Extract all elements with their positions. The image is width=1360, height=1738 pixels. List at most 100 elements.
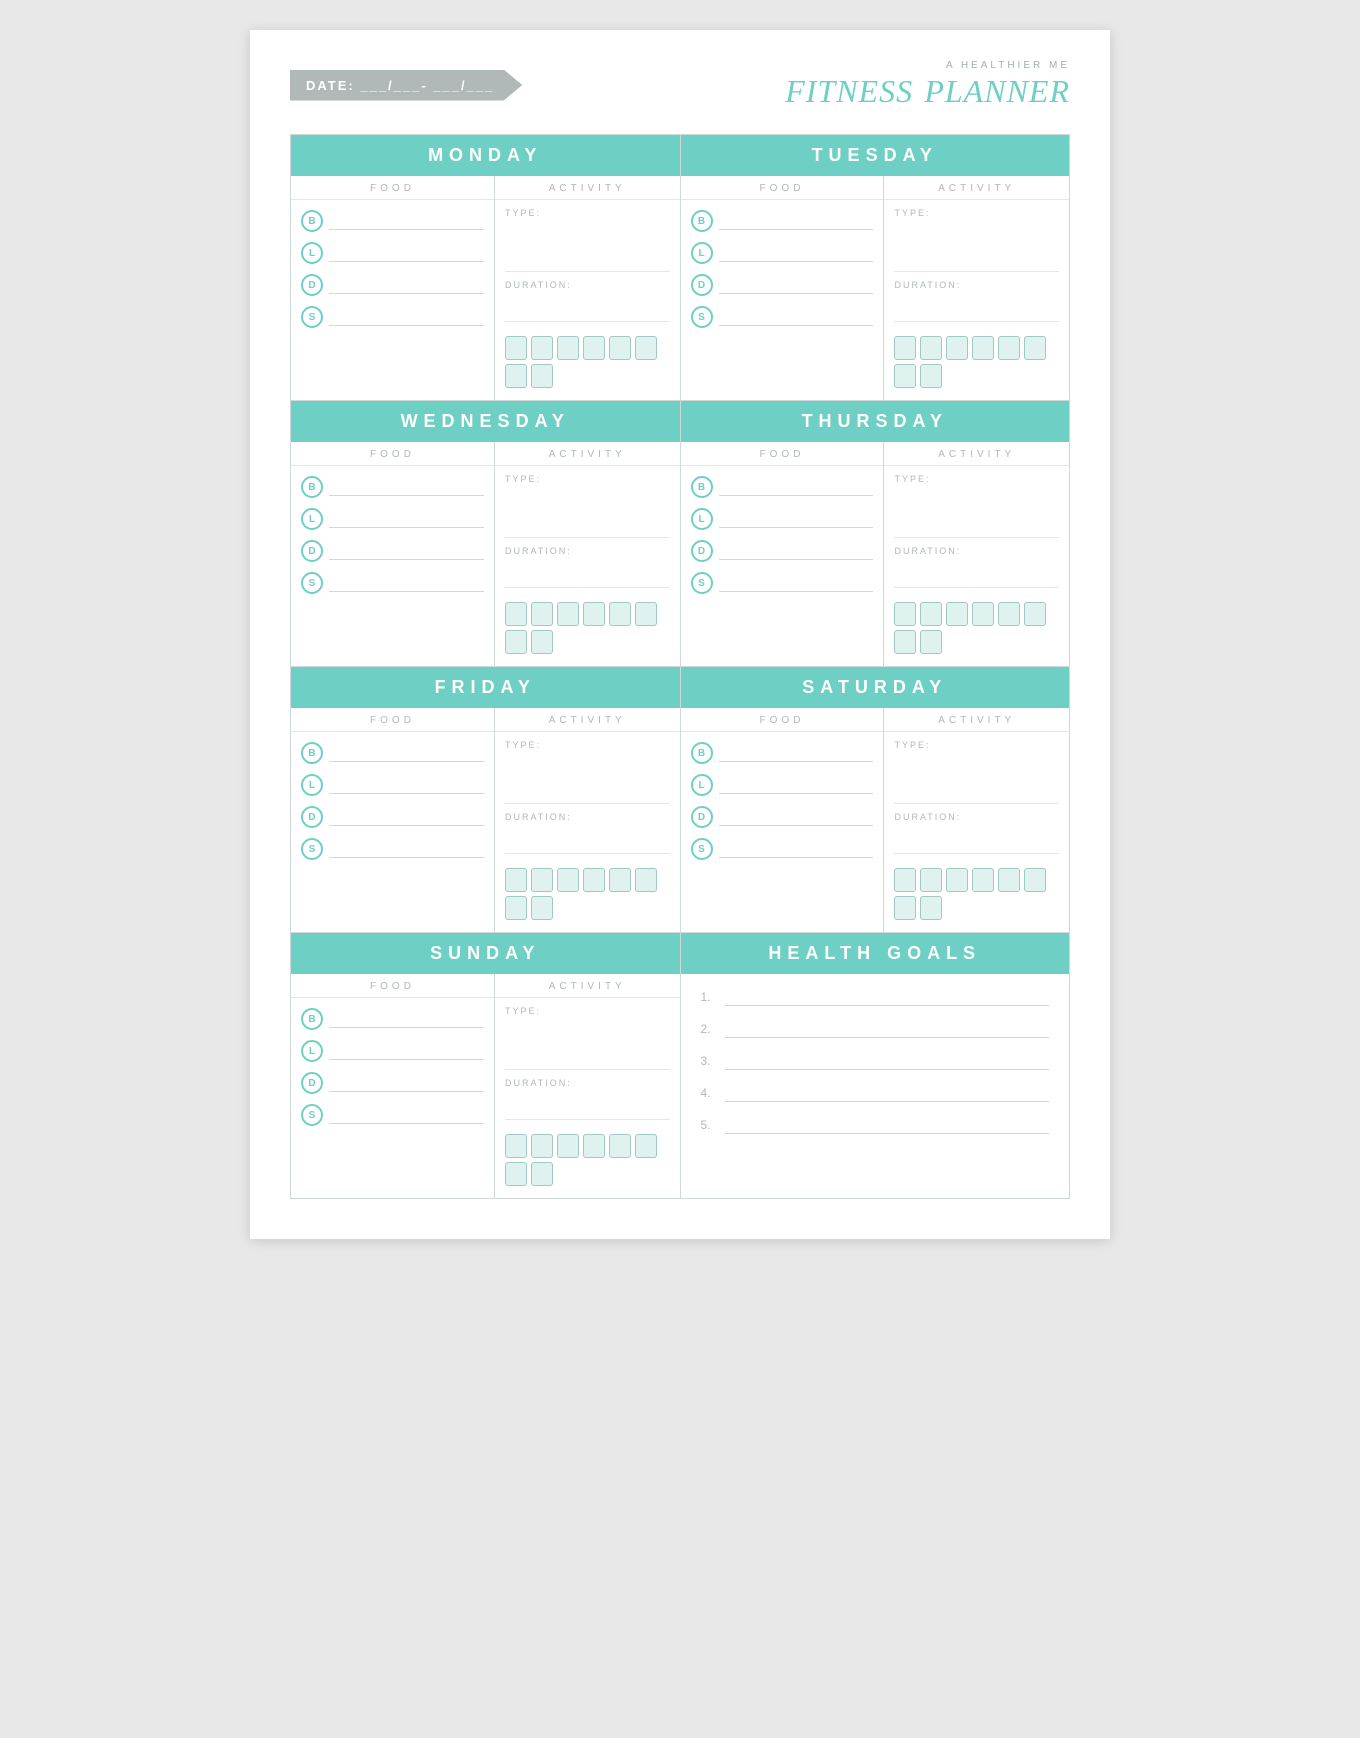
friday-water-tracker [505,862,670,924]
food-line-b [329,1010,484,1028]
friday-food-label: FOOD [291,708,494,732]
food-row-l: L [301,508,484,530]
goal-line-1 [725,988,1050,1006]
water-cup [609,868,631,892]
saturday-block: SATURDAY FOOD B L [681,667,1070,932]
water-cup [609,602,631,626]
food-row-s: S [691,572,874,594]
friday-saturday-row: FRIDAY FOOD B L [291,667,1069,933]
water-cup [635,1134,657,1158]
meal-b-badge: B [301,210,323,232]
meal-s-badge: S [691,838,713,860]
water-cup [894,630,916,654]
water-cup [557,602,579,626]
thursday-duration-label: DURATION: [894,546,1059,556]
goal-num-5: 5. [701,1118,717,1132]
friday-activity-label: ACTIVITY [495,708,680,732]
meal-l-badge: L [691,508,713,530]
food-row-d: D [691,806,874,828]
water-cup [557,868,579,892]
water-cup [894,602,916,626]
water-cup [505,868,527,892]
meal-b-badge: B [301,476,323,498]
food-row-b: B [301,476,484,498]
food-row-b: B [301,1008,484,1030]
meal-b-badge: B [301,1008,323,1030]
brand-top: A HEALTHIER ME [785,60,1070,71]
water-cup [946,336,968,360]
sunday-content: FOOD B L D [291,974,680,1198]
food-line-b [719,478,874,496]
water-cup [557,336,579,360]
monday-food-label: FOOD [291,176,494,200]
thursday-block: THURSDAY FOOD B L [681,401,1070,666]
sunday-food-label: FOOD [291,974,494,998]
wednesday-header: WEDNESDAY [291,401,680,442]
sunday-block: SUNDAY FOOD B L [291,933,681,1198]
monday-food-col: FOOD B L D [291,176,495,400]
water-cup [920,336,942,360]
thursday-activity-col: ACTIVITY TYPE: DURATION: [884,442,1069,666]
water-cup [609,336,631,360]
food-line-s [329,574,484,592]
monday-content: FOOD B L D [291,176,680,400]
water-cup [557,1134,579,1158]
monday-block: MONDAY FOOD B L [291,135,681,400]
saturday-food-label: FOOD [681,708,884,732]
water-cup [972,868,994,892]
food-row-l: L [301,242,484,264]
planner-grid: MONDAY FOOD B L [290,134,1070,1199]
food-line-d [329,276,484,294]
wednesday-activity-col: ACTIVITY TYPE: DURATION: [495,442,680,666]
water-cup [505,602,527,626]
water-cup [635,602,657,626]
water-cup [505,1162,527,1186]
friday-activity-content: TYPE: DURATION: [495,732,680,932]
goal-row-4: 4. [701,1084,1050,1102]
meal-b-badge: B [691,476,713,498]
water-cup [505,896,527,920]
water-cup [1024,868,1046,892]
food-row-s: S [691,838,874,860]
goal-row-2: 2. [701,1020,1050,1038]
monday-activity-label: ACTIVITY [495,176,680,200]
food-line-d [329,542,484,560]
sunday-activity-col: ACTIVITY TYPE: DURATION: [495,974,680,1198]
water-cup [531,1134,553,1158]
water-cup [531,896,553,920]
food-line-l [719,244,874,262]
date-label: DATE: ___/___- ___/___ [306,78,494,93]
food-row-l: L [691,508,874,530]
friday-block: FRIDAY FOOD B L [291,667,681,932]
sunday-type-label: TYPE: [505,1006,670,1016]
thursday-duration-area [894,560,1059,588]
friday-header: FRIDAY [291,667,680,708]
water-cup [894,364,916,388]
saturday-food-col: FOOD B L D [681,708,885,932]
food-row-b: B [691,210,874,232]
meal-d-badge: D [301,1072,323,1094]
food-row-l: L [691,774,874,796]
saturday-duration-label: DURATION: [894,812,1059,822]
food-line-l [719,776,874,794]
food-line-d [719,542,874,560]
food-row-s: S [301,838,484,860]
brand-planner: Planner [924,73,1070,109]
food-line-b [329,212,484,230]
health-goals-header: HEALTH GOALS [681,933,1070,974]
water-cup [609,1134,631,1158]
thursday-header: THURSDAY [681,401,1070,442]
water-cup [531,868,553,892]
tuesday-food-items: B L D S [681,200,884,336]
goal-row-1: 1. [701,988,1050,1006]
food-row-d: D [301,806,484,828]
thursday-activity-content: TYPE: DURATION: [884,466,1069,666]
food-row-s: S [301,572,484,594]
monday-type-area [505,222,670,272]
water-cup [583,868,605,892]
meal-d-badge: D [691,806,713,828]
meal-s-badge: S [301,306,323,328]
header: DATE: ___/___- ___/___ A HEALTHIER ME FI… [290,60,1070,110]
meal-d-badge: D [691,540,713,562]
meal-l-badge: L [691,774,713,796]
